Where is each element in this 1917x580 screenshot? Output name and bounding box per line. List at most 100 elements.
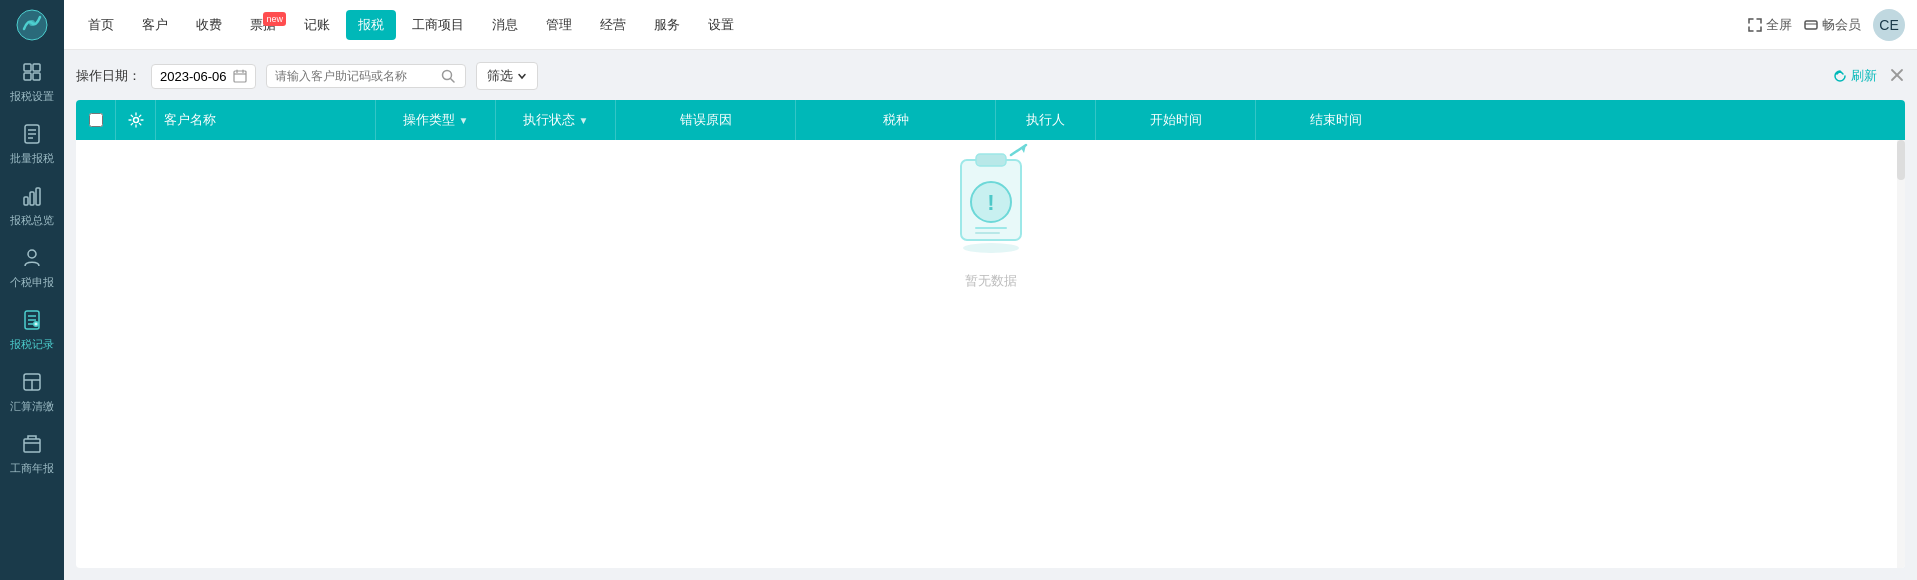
table-body: ! 暂无数据 [76, 140, 1905, 568]
content-area: 操作日期： 2023-06-06 筛选 [64, 50, 1917, 580]
table-scrollbar[interactable] [1897, 140, 1905, 568]
svg-rect-12 [36, 188, 40, 205]
empty-text: 暂无数据 [965, 272, 1017, 290]
geshui-shenbao-icon [18, 244, 46, 272]
calendar-icon [233, 69, 247, 83]
sidebar-item-geshui-shenbao[interactable]: 个税申报 [0, 236, 64, 298]
fullscreen-button[interactable]: 全屏 [1748, 16, 1792, 34]
svg-rect-11 [30, 192, 34, 205]
th-tax-type: 税种 [796, 100, 996, 140]
sidebar-logo [0, 0, 64, 50]
th-error-reason: 错误原因 [616, 100, 796, 140]
refresh-icon [1833, 69, 1847, 83]
sidebar-item-huisuan-jiaona[interactable]: 汇算清缴 [0, 360, 64, 422]
baoshui-zonlan-icon [18, 182, 46, 210]
date-label: 操作日期： [76, 67, 141, 85]
sidebar-item-baoshui-zonlan[interactable]: 报税总览 [0, 174, 64, 236]
th-settings[interactable] [116, 100, 156, 140]
sidebar-item-huisuan-jiaona-label: 汇算清缴 [10, 399, 54, 414]
date-value: 2023-06-06 [160, 69, 227, 84]
svg-rect-4 [24, 73, 31, 80]
topnav-right: 全屏 畅会员 CE [1748, 9, 1905, 41]
empty-illustration: ! [941, 140, 1041, 260]
svg-rect-10 [24, 197, 28, 205]
svg-rect-5 [33, 73, 40, 80]
nav-item-xiaoxi[interactable]: 消息 [480, 10, 530, 40]
svg-text:!: ! [987, 190, 994, 215]
sidebar-item-baoshui-zonlan-label: 报税总览 [10, 213, 54, 228]
table-wrap: 客户名称 操作类型 ▼ 执行状态 ▼ 错误原因 税种 执行人 [76, 100, 1905, 568]
search-icon [441, 69, 455, 83]
nav-item-shouye[interactable]: 首页 [76, 10, 126, 40]
th-operation-type: 操作类型 ▼ [376, 100, 496, 140]
th-customer-name: 客户名称 [156, 100, 376, 140]
sidebar: 报税设置 批量报税 报税总览 [0, 0, 64, 580]
baoshui-shezhi-icon [18, 58, 46, 86]
empty-state: ! 暂无数据 [76, 140, 1905, 290]
close-button[interactable] [1889, 67, 1905, 86]
toolbar-right: 刷新 [1833, 67, 1905, 86]
topnav-items: 首页 客户 收费 票据 new 记账 报税 工商项目 消息 管理 经营 服务 设… [76, 10, 1748, 40]
gongshang-nianbao-icon [18, 430, 46, 458]
sidebar-item-gongshang-nianbao-label: 工商年报 [10, 461, 54, 476]
svg-point-1 [29, 20, 35, 26]
member-icon [1804, 18, 1818, 32]
svg-rect-26 [1805, 21, 1817, 29]
nav-item-gongshang-xiangmu[interactable]: 工商项目 [400, 10, 476, 40]
filter-label: 筛选 [487, 67, 513, 85]
sidebar-item-geshui-shenbao-label: 个税申报 [10, 275, 54, 290]
avatar[interactable]: CE [1873, 9, 1905, 41]
sidebar-item-baoshui-jilu-label: 报税记录 [10, 337, 54, 352]
member-button[interactable]: 畅会员 [1804, 16, 1861, 34]
svg-rect-38 [976, 154, 1006, 166]
sidebar-item-gongshang-nianbao[interactable]: 工商年报 [0, 422, 64, 484]
nav-item-fuwu[interactable]: 服务 [642, 10, 692, 40]
nav-item-baoshui[interactable]: 报税 [346, 10, 396, 40]
select-all-checkbox[interactable] [89, 113, 103, 127]
nav-item-shoufei[interactable]: 收费 [184, 10, 234, 40]
toolbar: 操作日期： 2023-06-06 筛选 [76, 62, 1905, 90]
scrollbar-thumb[interactable] [1897, 140, 1905, 180]
nav-item-shezhi[interactable]: 设置 [696, 10, 746, 40]
th-checkbox[interactable] [76, 100, 116, 140]
svg-line-33 [450, 79, 454, 83]
sidebar-item-piliang-baoshui[interactable]: 批量报税 [0, 112, 64, 174]
sidebar-item-baoshui-jilu[interactable]: 报税记录 [0, 298, 64, 360]
refresh-button[interactable]: 刷新 [1833, 67, 1877, 85]
sidebar-item-baoshui-shezhi[interactable]: 报税设置 [0, 50, 64, 112]
th-end-time: 结束时间 [1256, 100, 1416, 140]
th-executor: 执行人 [996, 100, 1096, 140]
nav-item-guanli[interactable]: 管理 [534, 10, 584, 40]
th-exec-status: 执行状态 ▼ [496, 100, 616, 140]
nav-item-jingying[interactable]: 经营 [588, 10, 638, 40]
svg-point-36 [133, 118, 138, 123]
sort-icon-operation: ▼ [459, 115, 469, 126]
search-input[interactable] [275, 69, 435, 83]
huisuan-jiaona-icon [18, 368, 46, 396]
svg-point-45 [963, 243, 1019, 253]
svg-rect-28 [234, 71, 246, 82]
chevron-down-icon [517, 71, 527, 81]
nav-item-jizhang[interactable]: 记账 [292, 10, 342, 40]
fullscreen-icon [1748, 18, 1762, 32]
svg-rect-24 [24, 439, 40, 452]
svg-point-13 [28, 250, 36, 258]
search-wrap[interactable] [266, 64, 466, 88]
sidebar-item-piliang-baoshui-label: 批量报税 [10, 151, 54, 166]
close-icon [1889, 67, 1905, 83]
topnav: 首页 客户 收费 票据 new 记账 报税 工商项目 消息 管理 经营 服务 设… [64, 0, 1917, 50]
svg-rect-2 [24, 64, 31, 71]
table-header: 客户名称 操作类型 ▼ 执行状态 ▼ 错误原因 税种 执行人 [76, 100, 1905, 140]
filter-button[interactable]: 筛选 [476, 62, 538, 90]
date-picker[interactable]: 2023-06-06 [151, 64, 256, 89]
main-area: 首页 客户 收费 票据 new 记账 报税 工商项目 消息 管理 经营 服务 设… [64, 0, 1917, 580]
nav-item-piaoju[interactable]: 票据 new [238, 10, 288, 40]
svg-rect-3 [33, 64, 40, 71]
nav-item-kehu[interactable]: 客户 [130, 10, 180, 40]
th-start-time: 开始时间 [1096, 100, 1256, 140]
sidebar-item-baoshui-shezhi-label: 报税设置 [10, 89, 54, 104]
settings-icon [128, 112, 144, 128]
sort-icon-status: ▼ [579, 115, 589, 126]
piaoju-badge: new [263, 12, 286, 26]
baoshui-jilu-icon [18, 306, 46, 334]
